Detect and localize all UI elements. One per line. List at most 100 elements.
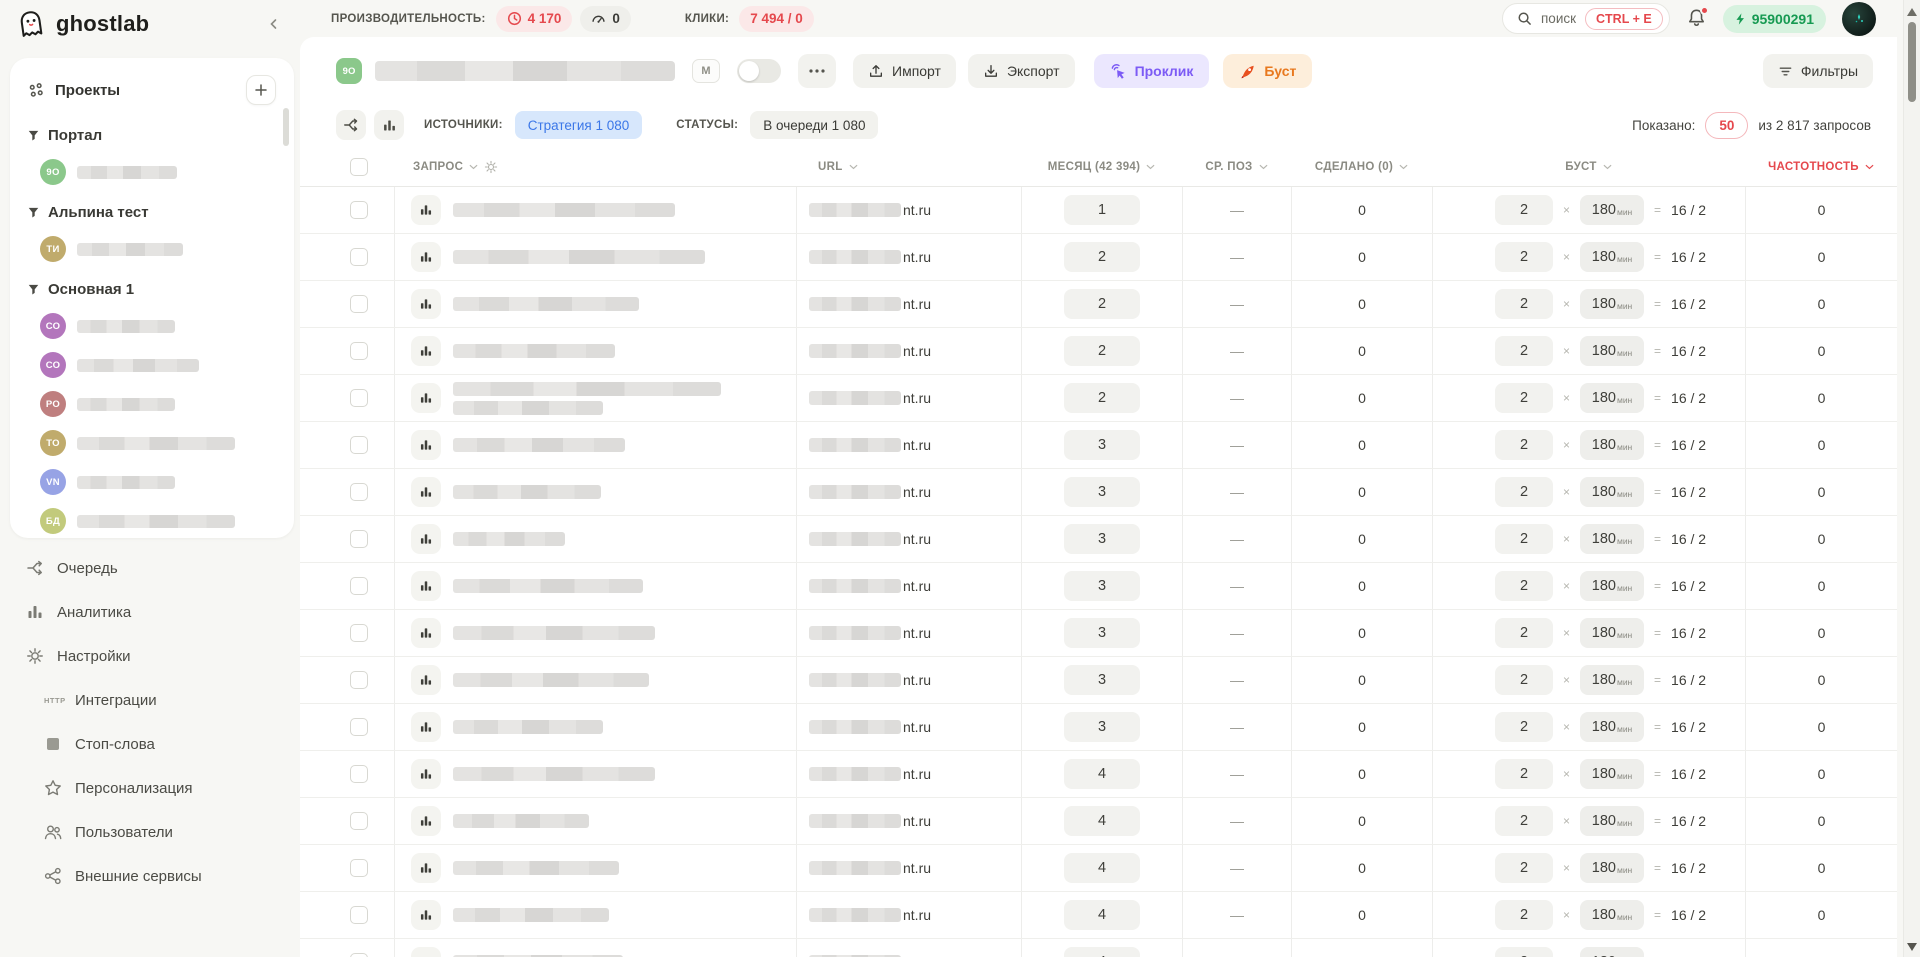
- page-size-pill[interactable]: 50: [1705, 111, 1749, 139]
- scrollbar-up-arrow[interactable]: [1907, 8, 1917, 16]
- boost-minutes-pill[interactable]: 180мин: [1580, 383, 1645, 413]
- boost-count-pill[interactable]: 2: [1495, 242, 1553, 272]
- query-chart-button[interactable]: [411, 806, 441, 836]
- boost-minutes-pill[interactable]: 180мин: [1580, 900, 1645, 930]
- boost-count-pill[interactable]: 2: [1495, 665, 1553, 695]
- column-settings-gear-icon[interactable]: [484, 160, 498, 174]
- boost-minutes-pill[interactable]: 180мин: [1580, 947, 1645, 957]
- boost-minutes-pill[interactable]: 180мин: [1580, 336, 1645, 366]
- boost-button[interactable]: Буст: [1223, 54, 1313, 88]
- boost-minutes-pill[interactable]: 180мин: [1580, 289, 1645, 319]
- row-checkbox[interactable]: [350, 577, 368, 595]
- query-chart-button[interactable]: [411, 195, 441, 225]
- boost-minutes-pill[interactable]: 180мин: [1580, 195, 1645, 225]
- user-avatar[interactable]: [1842, 1, 1876, 36]
- boost-minutes-pill[interactable]: 180мин: [1580, 618, 1645, 648]
- chart-view-button[interactable]: [374, 110, 404, 140]
- project-item[interactable]: РО: [40, 391, 276, 417]
- query-chart-button[interactable]: [411, 853, 441, 883]
- boost-count-pill[interactable]: 2: [1495, 336, 1553, 366]
- boost-minutes-pill[interactable]: 180мин: [1580, 524, 1645, 554]
- project-group-header[interactable]: Альпина тест: [28, 201, 276, 223]
- sources-filter-tag[interactable]: Стратегия 1 080: [514, 111, 643, 139]
- project-item[interactable]: СО: [40, 313, 276, 339]
- query-chart-button[interactable]: [411, 383, 441, 413]
- row-checkbox[interactable]: [350, 953, 368, 957]
- sidebar-item-stopwords[interactable]: Стоп-слова: [0, 722, 300, 766]
- more-actions-button[interactable]: [798, 54, 836, 88]
- row-checkbox[interactable]: [350, 859, 368, 877]
- header-avg-pos[interactable]: СР. ПОЗ: [1182, 147, 1291, 186]
- boost-minutes-pill[interactable]: 180мин: [1580, 759, 1645, 789]
- row-checkbox[interactable]: [350, 201, 368, 219]
- project-toggle[interactable]: [737, 59, 781, 83]
- row-checkbox[interactable]: [350, 906, 368, 924]
- project-item[interactable]: VN: [40, 469, 276, 495]
- boost-count-pill[interactable]: 2: [1495, 524, 1553, 554]
- project-group-header[interactable]: Основная 1: [28, 278, 276, 300]
- filters-button[interactable]: Фильтры: [1762, 54, 1873, 88]
- boost-count-pill[interactable]: 2: [1495, 947, 1553, 957]
- boost-minutes-pill[interactable]: 180мин: [1580, 571, 1645, 601]
- row-checkbox[interactable]: [350, 765, 368, 783]
- sidebar-collapse-button[interactable]: [262, 12, 286, 36]
- project-group-header[interactable]: Портал: [28, 124, 276, 146]
- row-checkbox[interactable]: [350, 436, 368, 454]
- row-checkbox[interactable]: [350, 624, 368, 642]
- query-chart-button[interactable]: [411, 900, 441, 930]
- project-item[interactable]: СО: [40, 352, 276, 378]
- page-scrollbar[interactable]: [1903, 0, 1920, 957]
- project-item[interactable]: 9О: [40, 159, 276, 185]
- select-all-checkbox[interactable]: [350, 157, 368, 176]
- header-month[interactable]: МЕСЯЦ (42 394): [1021, 147, 1182, 186]
- sidebar-item-users[interactable]: Пользователи: [0, 810, 300, 854]
- boost-count-pill[interactable]: 2: [1495, 477, 1553, 507]
- boost-minutes-pill[interactable]: 180мин: [1580, 853, 1645, 883]
- query-chart-button[interactable]: [411, 430, 441, 460]
- query-chart-button[interactable]: [411, 712, 441, 742]
- row-checkbox[interactable]: [350, 248, 368, 266]
- header-query[interactable]: ЗАПРОС: [394, 147, 796, 186]
- project-item[interactable]: ТИ: [40, 236, 276, 262]
- sidebar-item-integrations[interactable]: HTTP Интеграции: [0, 678, 300, 722]
- sidebar-item-queue[interactable]: Очередь: [0, 546, 300, 590]
- header-url[interactable]: URL: [796, 147, 1021, 186]
- boost-minutes-pill[interactable]: 180мин: [1580, 712, 1645, 742]
- boost-count-pill[interactable]: 2: [1495, 759, 1553, 789]
- row-checkbox[interactable]: [350, 389, 368, 407]
- queue-view-button[interactable]: [336, 110, 366, 140]
- row-checkbox[interactable]: [350, 295, 368, 313]
- header-boost[interactable]: БУСТ: [1432, 147, 1745, 186]
- boost-count-pill[interactable]: 2: [1495, 712, 1553, 742]
- search-input[interactable]: поиск CTRL + E: [1502, 3, 1670, 34]
- boost-count-pill[interactable]: 2: [1495, 195, 1553, 225]
- statuses-filter-tag[interactable]: В очереди 1 080: [750, 111, 879, 139]
- query-chart-button[interactable]: [411, 618, 441, 648]
- boost-count-pill[interactable]: 2: [1495, 618, 1553, 648]
- boost-minutes-pill[interactable]: 180мин: [1580, 430, 1645, 460]
- query-chart-button[interactable]: [411, 289, 441, 319]
- header-done[interactable]: СДЕЛАНО (0): [1291, 147, 1432, 186]
- boost-count-pill[interactable]: 2: [1495, 900, 1553, 930]
- header-frequency[interactable]: ЧАСТОТНОСТЬ: [1745, 147, 1897, 186]
- query-chart-button[interactable]: [411, 759, 441, 789]
- boost-count-pill[interactable]: 2: [1495, 430, 1553, 460]
- sidebar-item-personalization[interactable]: Персонализация: [0, 766, 300, 810]
- performance-time-pill[interactable]: 4 170: [495, 5, 573, 32]
- row-checkbox[interactable]: [350, 671, 368, 689]
- query-chart-button[interactable]: [411, 242, 441, 272]
- query-chart-button[interactable]: [411, 477, 441, 507]
- scrollbar-down-arrow[interactable]: [1907, 943, 1917, 951]
- boost-count-pill[interactable]: 2: [1495, 806, 1553, 836]
- add-project-button[interactable]: [246, 75, 276, 105]
- sidebar-item-analytics[interactable]: Аналитика: [0, 590, 300, 634]
- row-checkbox[interactable]: [350, 483, 368, 501]
- boost-minutes-pill[interactable]: 180мин: [1580, 477, 1645, 507]
- boost-count-pill[interactable]: 2: [1495, 383, 1553, 413]
- project-item[interactable]: ТО: [40, 430, 276, 456]
- sidebar-item-external-services[interactable]: Внешние сервисы: [0, 854, 300, 898]
- performance-gauge-pill[interactable]: 0: [580, 5, 631, 32]
- row-checkbox[interactable]: [350, 812, 368, 830]
- row-checkbox[interactable]: [350, 718, 368, 736]
- boost-minutes-pill[interactable]: 180мин: [1580, 665, 1645, 695]
